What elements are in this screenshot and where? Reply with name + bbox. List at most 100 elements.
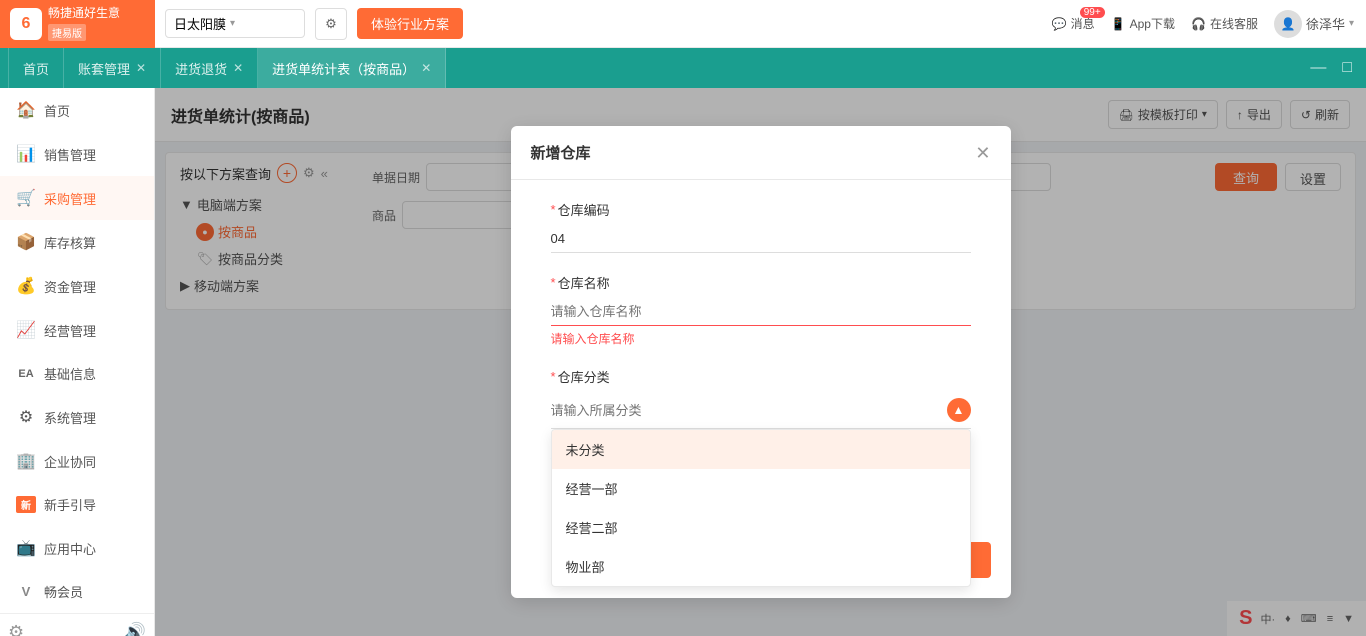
warehouse-cat-input[interactable]	[551, 403, 947, 418]
sidebar-item-basic[interactable]: EA 基础信息	[0, 352, 154, 395]
home-icon: 🏠	[16, 100, 36, 120]
warehouse-code-field: * 仓库编码 04	[551, 200, 971, 253]
tab-purchase-return[interactable]: 进货退货 ✕	[161, 48, 258, 88]
sidebar-item-home[interactable]: 🏠 首页	[0, 88, 154, 132]
sidebar-label-home: 首页	[44, 101, 70, 120]
chevron-down-icon: ▾	[230, 18, 235, 29]
user-info[interactable]: 👤 徐泽华 ▾	[1274, 10, 1354, 38]
overlay: 新增仓库 ✕ * 仓库编码 04	[155, 88, 1366, 636]
dropdown-item-uncategorized[interactable]: 未分类	[552, 430, 970, 469]
warehouse-code-value: 04	[551, 231, 565, 246]
operations-icon: 📈	[16, 320, 36, 340]
sidebar-item-app[interactable]: 📺 应用中心	[0, 526, 154, 570]
username: 徐泽华	[1306, 14, 1345, 33]
dropdown-item-dept2[interactable]: 经营二部	[552, 508, 970, 547]
category-toggle-button[interactable]: ▲	[947, 398, 971, 422]
enterprise-icon: 🏢	[16, 451, 36, 471]
tab-accounts-close-icon[interactable]: ✕	[136, 61, 146, 75]
nav-tab-actions: — □	[1304, 55, 1358, 81]
category-dropdown: 未分类 经营一部 经营二部 物业部	[551, 429, 971, 587]
settings-button[interactable]: ⚙	[315, 8, 347, 40]
logo-title: 畅捷通好生意	[48, 6, 120, 22]
top-bar: 6 畅捷通好生意 捷易版 日太阳膜 ▾ ⚙ 体验行业方案 💬 消息 99+ 📱 …	[0, 0, 1366, 48]
sidebar-label-basic: 基础信息	[44, 364, 96, 383]
warehouse-code-label: * 仓库编码	[551, 200, 971, 219]
tab-accounts-label: 账套管理	[78, 59, 130, 78]
nav-tabs: 首页 账套管理 ✕ 进货退货 ✕ 进货单统计表（按商品） ✕ — □	[0, 48, 1366, 88]
sidebar-label-app: 应用中心	[44, 539, 96, 558]
add-warehouse-dialog: 新增仓库 ✕ * 仓库编码 04	[511, 126, 1011, 598]
warehouse-name-input[interactable]	[551, 298, 971, 326]
top-right: 💬 消息 99+ 📱 App下载 🎧 在线客服 👤 徐泽华 ▾	[1052, 10, 1354, 38]
logo-text-block: 畅捷通好生意 捷易版	[48, 6, 120, 41]
sidebar: 🏠 首页 📊 销售管理 🛒 采购管理 📦 库存核算 💰 资金管理 📈 经营管理 …	[0, 88, 155, 636]
tab-home[interactable]: 首页	[8, 48, 64, 88]
app-icon: 📺	[16, 538, 36, 558]
main-layout: 🏠 首页 📊 销售管理 🛒 采购管理 📦 库存核算 💰 资金管理 📈 经营管理 …	[0, 88, 1366, 636]
sidebar-item-inventory[interactable]: 📦 库存核算	[0, 220, 154, 264]
sales-icon: 📊	[16, 144, 36, 164]
avatar: 👤	[1274, 10, 1302, 38]
tab-purchase-return-label: 进货退货	[175, 59, 227, 78]
sidebar-item-system[interactable]: ⚙ 系统管理	[0, 395, 154, 439]
sidebar-label-member: 畅会员	[44, 582, 83, 601]
warehouse-cat-input-row: ▲	[551, 392, 971, 429]
sidebar-item-operations[interactable]: 📈 经营管理	[0, 308, 154, 352]
member-icon: V	[16, 584, 36, 599]
sidebar-item-enterprise[interactable]: 🏢 企业协同	[0, 439, 154, 483]
sidebar-settings-button[interactable]: ⚙	[8, 622, 24, 636]
sidebar-item-guide[interactable]: 新 新手引导	[0, 483, 154, 526]
sidebar-label-guide: 新手引导	[44, 495, 96, 514]
sidebar-item-member[interactable]: V 畅会员	[0, 570, 154, 613]
sidebar-label-enterprise: 企业协同	[44, 452, 96, 471]
purchase-icon: 🛒	[16, 188, 36, 208]
tab-accounts[interactable]: 账套管理 ✕	[64, 48, 161, 88]
tab-home-label: 首页	[23, 59, 49, 78]
sidebar-bottom: ⚙ 🔊	[0, 613, 154, 636]
sidebar-item-sales[interactable]: 📊 销售管理	[0, 132, 154, 176]
warehouse-name-label: * 仓库名称	[551, 273, 971, 292]
inventory-icon: 📦	[16, 232, 36, 252]
logo-icon: 6	[10, 8, 42, 40]
store-selector[interactable]: 日太阳膜 ▾	[165, 9, 305, 38]
dialog-header: 新增仓库 ✕	[511, 126, 1011, 180]
sidebar-label-operations: 经营管理	[44, 321, 96, 340]
logo-area: 6 畅捷通好生意 捷易版	[0, 0, 155, 48]
basic-icon: EA	[16, 368, 36, 380]
sidebar-item-purchase[interactable]: 🛒 采购管理	[0, 176, 154, 220]
tab-purchase-stats-label: 进货单统计表（按商品）	[272, 59, 415, 78]
sidebar-label-sales: 销售管理	[44, 145, 96, 164]
nav-minimize-button[interactable]: —	[1304, 55, 1332, 81]
sidebar-item-finance[interactable]: 💰 资金管理	[0, 264, 154, 308]
sidebar-label-inventory: 库存核算	[44, 233, 96, 252]
nav-maximize-button[interactable]: □	[1336, 55, 1358, 81]
logo-sub: 捷易版	[48, 24, 86, 41]
warehouse-name-error: 请输入仓库名称	[551, 330, 971, 347]
message-button[interactable]: 💬 消息 99+	[1052, 15, 1095, 32]
message-badge: 99+	[1080, 7, 1105, 18]
store-name: 日太阳膜	[174, 14, 226, 33]
dropdown-item-property[interactable]: 物业部	[552, 547, 970, 586]
sidebar-label-purchase: 采购管理	[44, 189, 96, 208]
guide-icon: 新	[16, 496, 36, 513]
user-chevron-icon: ▾	[1349, 18, 1354, 29]
dialog-body: * 仓库编码 04 * 仓库名称 请输入	[511, 180, 1011, 542]
online-service-button[interactable]: 🎧 在线客服	[1191, 15, 1258, 32]
message-icon: 💬	[1052, 17, 1067, 31]
content-area: 进货单统计(按商品) 🖨 按模板打印 ▾ ↑ 导出 ↺ 刷新	[155, 88, 1366, 636]
tab-purchase-stats[interactable]: 进货单统计表（按商品） ✕	[258, 48, 446, 88]
sidebar-label-system: 系统管理	[44, 408, 96, 427]
tab-purchase-return-close-icon[interactable]: ✕	[233, 61, 243, 75]
sidebar-sound-button[interactable]: 🔊	[124, 622, 146, 636]
warehouse-cat-field: * 仓库分类 ▲ 未分类 经营一部 经营二部 物业部	[551, 367, 971, 429]
sidebar-label-finance: 资金管理	[44, 277, 96, 296]
dropdown-item-dept1[interactable]: 经营一部	[552, 469, 970, 508]
tab-purchase-stats-close-icon[interactable]: ✕	[421, 61, 431, 75]
warehouse-cat-label: * 仓库分类	[551, 367, 971, 386]
gear-icon: ⚙	[325, 16, 337, 32]
app-download-button[interactable]: 📱 App下载	[1111, 15, 1175, 32]
headset-icon: 🎧	[1191, 17, 1206, 31]
dialog-close-button[interactable]: ✕	[975, 144, 990, 162]
finance-icon: 💰	[16, 276, 36, 296]
trial-button[interactable]: 体验行业方案	[357, 8, 463, 39]
